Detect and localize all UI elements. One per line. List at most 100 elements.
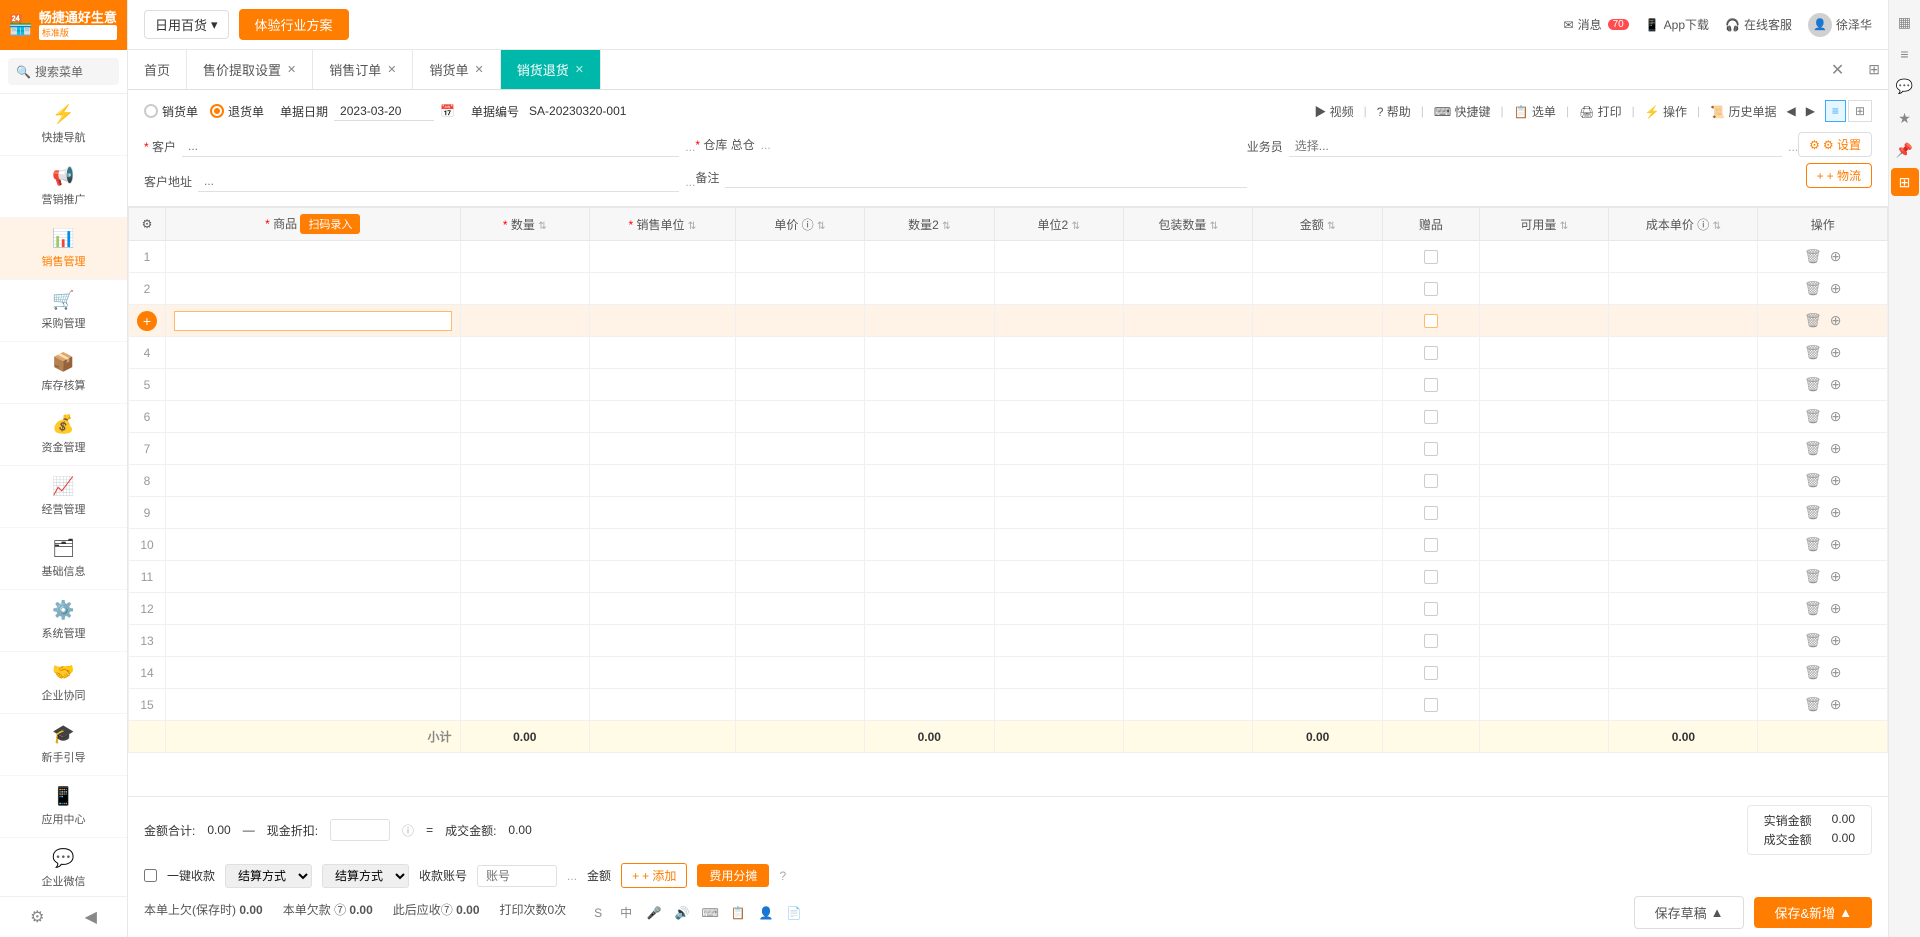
qty2-cell[interactable] — [865, 241, 994, 273]
account-input[interactable] — [477, 865, 557, 887]
copy-icon[interactable]: ⊕ — [1830, 696, 1842, 713]
amount-cell[interactable] — [1253, 273, 1382, 305]
price-cell[interactable] — [735, 305, 864, 337]
tool-icon-2[interactable]: 中 — [614, 901, 638, 925]
copy-icon[interactable]: ⊕ — [1830, 376, 1842, 393]
price-cell[interactable] — [735, 273, 864, 305]
customer-more-icon[interactable]: ... — [685, 140, 695, 154]
delete-icon[interactable]: 🗑 — [1804, 472, 1822, 489]
product-input[interactable] — [174, 311, 452, 331]
pack-qty-cell[interactable] — [1123, 305, 1252, 337]
sidebar-settings-button[interactable]: ⚙ — [30, 907, 44, 927]
save-new-button[interactable]: 保存&新增 ▲ — [1754, 897, 1872, 928]
gift-checkbox[interactable] — [1424, 570, 1438, 584]
qty2-cell[interactable] — [865, 273, 994, 305]
sidebar-item-newguide[interactable]: 🎓 新手引导 — [0, 714, 127, 776]
delete-icon[interactable]: 🗑 — [1804, 536, 1822, 553]
copy-icon[interactable]: ⊕ — [1830, 632, 1842, 649]
copy-icon[interactable]: ⊕ — [1830, 408, 1842, 425]
cost-price-cell[interactable] — [1609, 305, 1758, 337]
tab-close-icon[interactable]: ✕ — [387, 63, 396, 76]
gift-checkbox[interactable] — [1424, 666, 1438, 680]
copy-icon[interactable]: ⊕ — [1830, 312, 1842, 329]
tab-close-icon[interactable]: ✕ — [287, 63, 296, 76]
product-cell[interactable] — [166, 305, 461, 337]
delete-icon[interactable]: 🗑 — [1804, 376, 1822, 393]
scan-button[interactable]: 扫码录入 — [300, 214, 360, 234]
right-tool-grid[interactable]: ▦ — [1891, 8, 1919, 36]
next-arrow[interactable]: ▶ — [1806, 104, 1815, 118]
pack-qty-cell[interactable] — [1123, 241, 1252, 273]
support-button[interactable]: 🎧 在线客服 — [1725, 16, 1792, 33]
sidebar-item-basic[interactable]: 🗂 基础信息 — [0, 528, 127, 590]
add-payment-button[interactable]: + + 添加 — [621, 863, 687, 888]
message-button[interactable]: ✉ 消息 70 — [1564, 16, 1629, 33]
qty2-cell[interactable] — [865, 305, 994, 337]
sort-icon[interactable]: ⇅ — [1327, 221, 1335, 232]
col-settings[interactable]: ⚙ — [129, 208, 166, 241]
save-draft-button[interactable]: 保存草稿 ▲ — [1634, 896, 1745, 929]
history-button[interactable]: 📜 历史单据 — [1710, 103, 1776, 120]
tab-price-setting[interactable]: 售价提取设置 ✕ — [187, 50, 313, 89]
industry-selector[interactable]: 日用百货 ▾ — [144, 10, 229, 39]
info-icon[interactable]: ⓘ — [402, 822, 414, 839]
gift-checkbox[interactable] — [1424, 634, 1438, 648]
tool-icon-3[interactable]: 🎤 — [642, 901, 666, 925]
logistics-button[interactable]: + + 物流 — [1806, 163, 1872, 188]
sort-icon[interactable]: ⇅ — [942, 221, 950, 232]
remark-input[interactable] — [725, 167, 1246, 188]
gift-checkbox[interactable] — [1424, 346, 1438, 360]
gift-checkbox[interactable] — [1424, 410, 1438, 424]
tab-close-icon[interactable]: ✕ — [475, 63, 484, 76]
delete-icon[interactable]: 🗑 — [1804, 408, 1822, 425]
available-cell[interactable] — [1479, 241, 1608, 273]
sort-icon[interactable]: ⇅ — [538, 221, 546, 232]
sort-icon[interactable]: ⇅ — [1210, 221, 1218, 232]
amount-cell[interactable] — [1253, 305, 1382, 337]
address-input[interactable] — [198, 171, 679, 192]
account-more-icon[interactable]: ... — [567, 869, 577, 883]
gift-cell[interactable] — [1382, 305, 1479, 337]
discount-input[interactable] — [330, 819, 390, 841]
qty-cell[interactable] — [460, 241, 589, 273]
tool-icon-5[interactable]: ⌨ — [698, 901, 722, 925]
pack-qty-cell[interactable] — [1123, 273, 1252, 305]
staff-input[interactable] — [1289, 136, 1782, 157]
gift-checkbox[interactable] — [1424, 314, 1438, 328]
sidebar-item-quick-nav[interactable]: ⚡ 快捷导航 — [0, 94, 127, 156]
delete-icon[interactable]: 🗑 — [1804, 280, 1822, 297]
right-tool-screen[interactable]: ⊞ — [1891, 168, 1919, 196]
tab-sales-order[interactable]: 销售订单 ✕ — [313, 50, 413, 89]
date-input[interactable] — [334, 102, 434, 121]
unit2-cell[interactable] — [994, 305, 1123, 337]
delete-icon[interactable]: 🗑 — [1804, 312, 1822, 329]
sidebar-item-wechat[interactable]: 💬 企业微信 — [0, 838, 127, 896]
sort-icon[interactable]: ⇅ — [688, 221, 696, 232]
delete-icon[interactable]: 🗑 — [1804, 344, 1822, 361]
sidebar-item-appstore[interactable]: 📱 应用中心 — [0, 776, 127, 838]
sidebar-item-operation[interactable]: 📈 经营管理 — [0, 466, 127, 528]
unit-cell[interactable] — [589, 273, 735, 305]
delete-icon[interactable]: 🗑 — [1804, 632, 1822, 649]
gift-cell[interactable] — [1382, 273, 1479, 305]
sidebar-item-marketing[interactable]: 📢 营销推广 — [0, 156, 127, 218]
sort-icon[interactable]: ⇅ — [1713, 221, 1721, 232]
gift-checkbox[interactable] — [1424, 442, 1438, 456]
user-profile[interactable]: 👤 徐泽华 — [1808, 13, 1872, 37]
unit-cell[interactable] — [589, 305, 735, 337]
card-view-button[interactable]: ⊞ — [1848, 100, 1872, 122]
settings-button[interactable]: ⚙ ⚙ 设置 — [1798, 132, 1872, 157]
qty-cell[interactable] — [460, 273, 589, 305]
amount-cell[interactable] — [1253, 241, 1382, 273]
close-all-tabs-button[interactable]: ✕ — [1819, 60, 1856, 80]
tab-sales-delivery[interactable]: 销货单 ✕ — [413, 50, 500, 89]
radio-delivery[interactable]: 销货单 — [144, 103, 198, 120]
copy-icon[interactable]: ⊕ — [1830, 440, 1842, 457]
expense-split-button[interactable]: 费用分摊 — [697, 864, 769, 887]
gift-checkbox[interactable] — [1424, 250, 1438, 264]
delete-icon[interactable]: 🗑 — [1804, 664, 1822, 681]
delete-icon[interactable]: 🗑 — [1804, 568, 1822, 585]
sort-icon[interactable]: ⇅ — [1560, 221, 1568, 232]
sidebar-item-sales[interactable]: 📊 销售管理 — [0, 218, 127, 280]
video-button[interactable]: ▶ 视频 — [1314, 103, 1353, 120]
